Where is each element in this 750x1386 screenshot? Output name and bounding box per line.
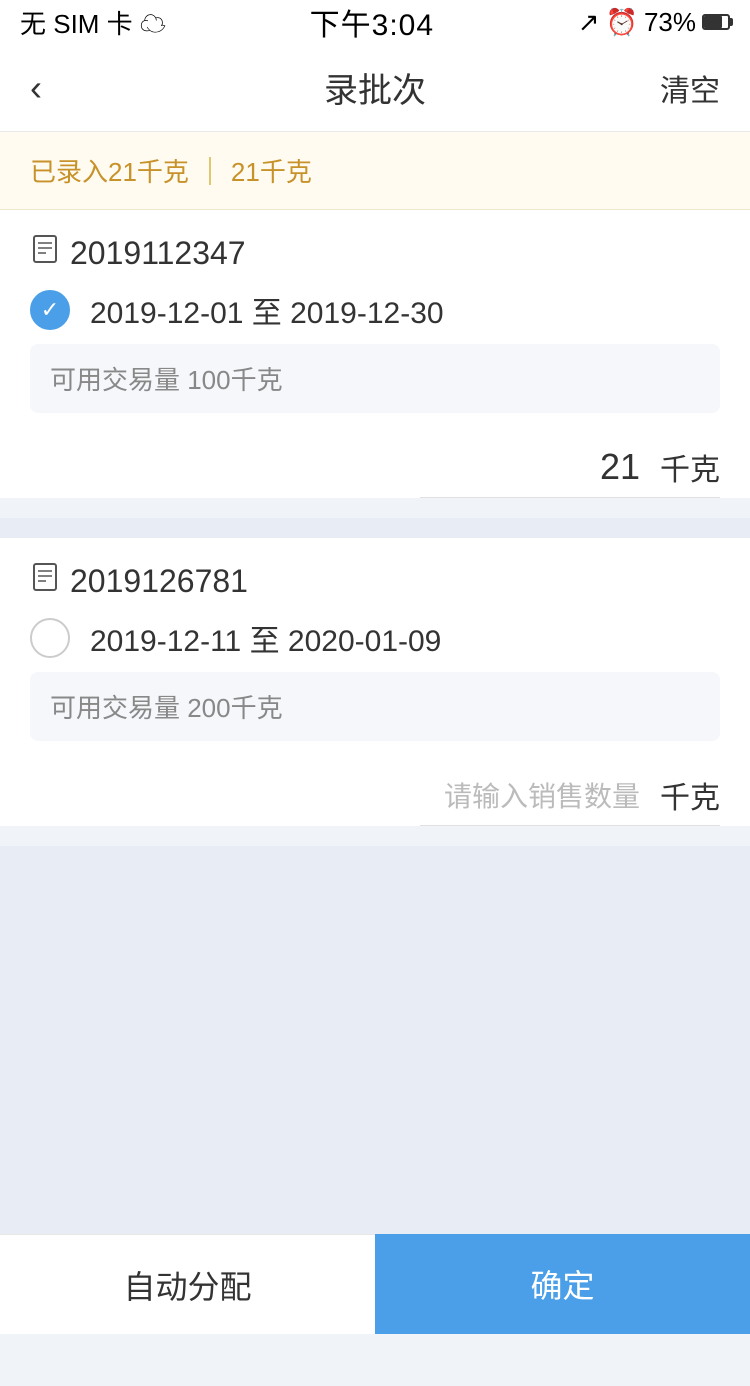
radio-1[interactable]: ✓ xyxy=(30,290,70,330)
batch-header-1: 2019112347 xyxy=(0,210,750,280)
batch-id-2: 2019126781 xyxy=(70,563,248,600)
section-divider xyxy=(0,518,750,538)
confirm-button[interactable]: 确定 xyxy=(375,1234,750,1334)
status-time: 下午3:04 xyxy=(310,0,434,44)
batch-item-1: 2019112347 ✓ 2019-12-01 至 2019-12-30 可用交… xyxy=(0,210,750,498)
recorded-label: 已录入21千克 xyxy=(30,152,189,189)
batch-icon-2 xyxy=(30,562,60,600)
input-placeholder-2: 请输入销售数量 xyxy=(444,775,640,815)
check-icon-1: ✓ xyxy=(41,297,59,323)
battery-icon xyxy=(702,14,730,30)
batch-id-1: 2019112347 xyxy=(70,235,246,272)
quantity-input-1[interactable] xyxy=(520,446,640,488)
status-bar: 无 SIM 卡 ☁ 下午3:04 ↗ ⏰ 73% xyxy=(0,0,750,44)
grey-area xyxy=(0,866,750,1286)
batch-date-1: 2019-12-01 至 2019-12-30 xyxy=(90,288,444,332)
bottom-bar: 自动分配 确定 xyxy=(0,1234,750,1334)
input-unit-2: 千克 xyxy=(660,773,720,817)
quantity-row-1: 千克 xyxy=(0,429,750,489)
batch-icon-1 xyxy=(30,234,60,272)
quantity-unit-1: 千克 xyxy=(660,445,720,489)
divider-1 xyxy=(420,497,720,498)
back-button[interactable]: ‹ xyxy=(30,67,90,109)
divider-2 xyxy=(420,825,720,826)
recorded-value: 21千克 xyxy=(231,152,312,189)
batch-header-2: 2019126781 xyxy=(0,538,750,608)
info-divider xyxy=(209,157,211,185)
auto-distribute-button[interactable]: 自动分配 xyxy=(0,1234,375,1334)
input-row-2: 请输入销售数量 千克 xyxy=(0,757,750,817)
status-left: 无 SIM 卡 ☁ xyxy=(20,4,166,41)
section-divider-2 xyxy=(0,846,750,866)
content-scroll: 已录入21千克 21千克 2019112347 ✓ 2019-12-01 至 2… xyxy=(0,132,750,1386)
batch-date-row-2[interactable]: 2019-12-11 至 2020-01-09 xyxy=(0,608,750,672)
radio-2[interactable] xyxy=(30,618,70,658)
signal-text: 无 SIM 卡 ☁ xyxy=(20,4,166,41)
battery-text: 73% xyxy=(644,7,696,38)
clear-button[interactable]: 清空 xyxy=(660,66,720,110)
batch-date-row-1[interactable]: ✓ 2019-12-01 至 2019-12-30 xyxy=(0,280,750,344)
batch-item-2: 2019126781 2019-12-11 至 2020-01-09 可用交易量… xyxy=(0,538,750,826)
page-title: 录批次 xyxy=(324,63,426,112)
location-icon: ↗ xyxy=(578,7,600,38)
batch-date-2: 2019-12-11 至 2020-01-09 xyxy=(90,616,441,660)
info-bar: 已录入21千克 21千克 xyxy=(0,132,750,210)
batch-availability-2: 可用交易量 200千克 xyxy=(30,672,720,741)
status-right: ↗ ⏰ 73% xyxy=(578,7,730,38)
alarm-icon: ⏰ xyxy=(606,7,638,38)
batch-availability-1: 可用交易量 100千克 xyxy=(30,344,720,413)
nav-bar: ‹ 录批次 清空 xyxy=(0,44,750,132)
